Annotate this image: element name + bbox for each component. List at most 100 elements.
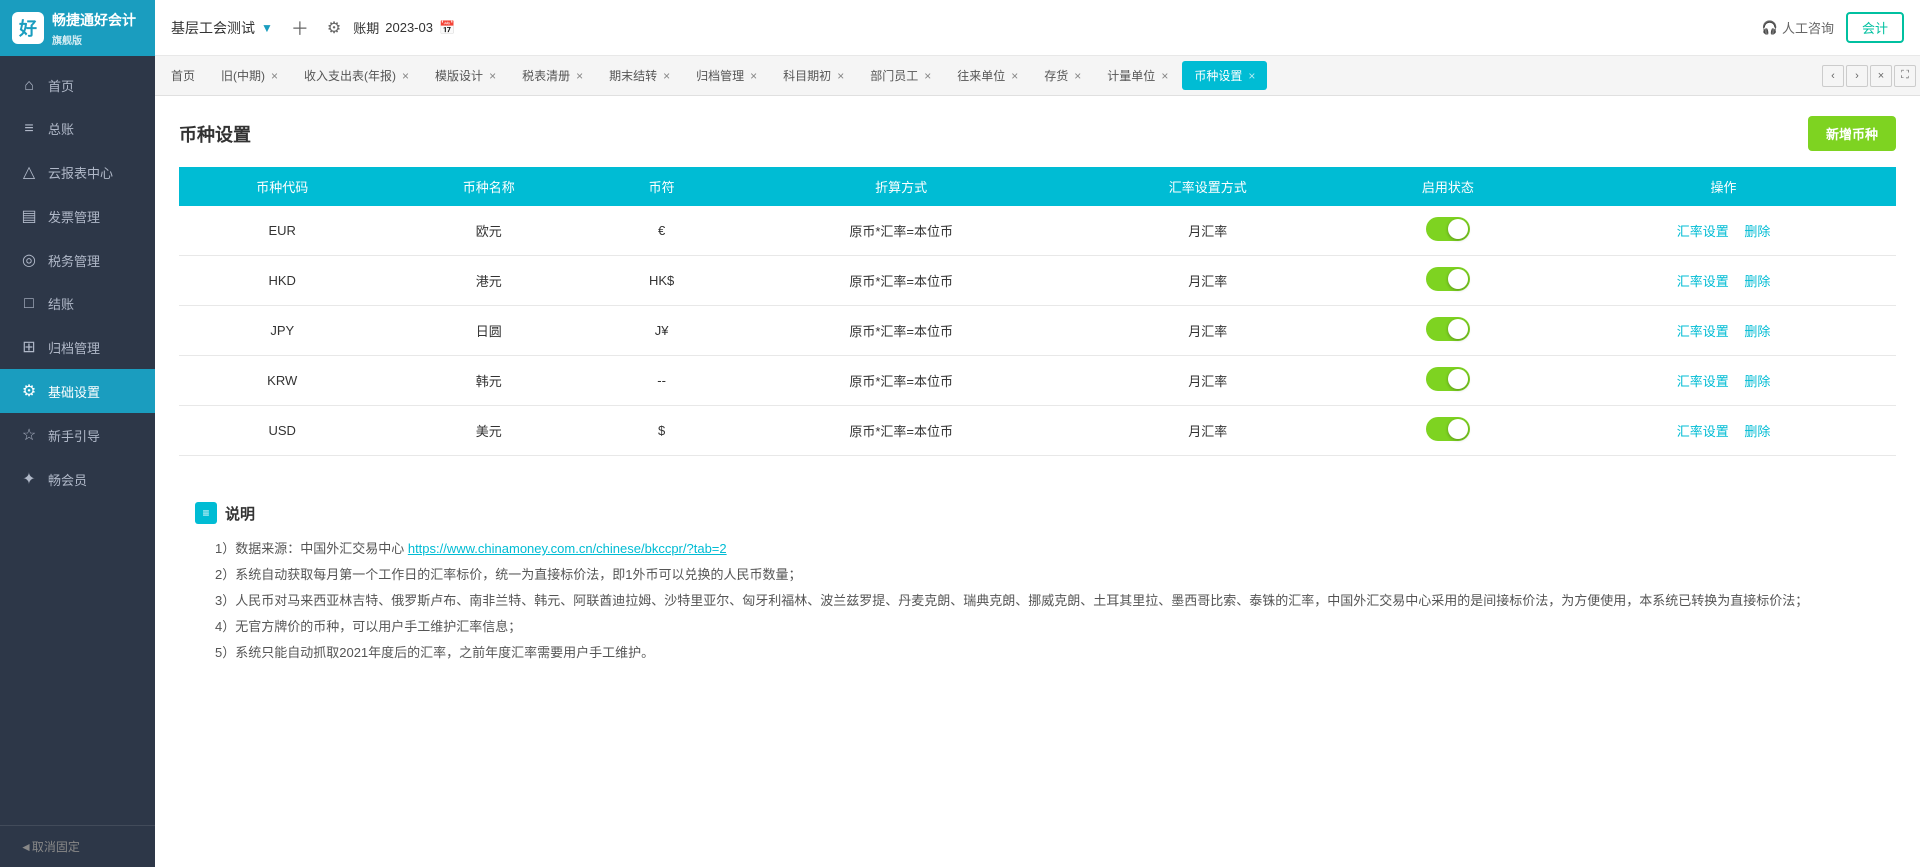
sidebar-item-ledger[interactable]: ≡ 总账 — [0, 107, 155, 150]
notes-link[interactable]: https://www.chinamoney.com.cn/chinese/bk… — [408, 541, 727, 556]
sidebar-pin-toggle[interactable]: ◄取消固定 — [0, 825, 155, 867]
cell-status[interactable] — [1345, 206, 1551, 256]
help-label: 人工咨询 — [1782, 18, 1834, 37]
cell-actions: 汇率设置 删除 — [1551, 306, 1896, 356]
enable-toggle[interactable] — [1426, 417, 1470, 441]
sidebar: 好 畅捷通好会计 旗舰版 ⌂ 首页 ≡ 总账 △ 云报表中心 ▤ 发票管理 ◎ … — [0, 0, 155, 867]
tab-home[interactable]: 首页 — [159, 61, 207, 90]
tab-archive[interactable]: 归档管理 × — [684, 61, 769, 90]
cell-code: HKD — [179, 256, 385, 306]
tab-close-icon[interactable]: × — [271, 69, 278, 83]
cell-status[interactable] — [1345, 306, 1551, 356]
tab-prev-button[interactable]: ‹ — [1822, 65, 1844, 87]
notes-item: 4）无官方牌价的币种，可以用户手工维护汇率信息； — [215, 614, 1880, 640]
reports-icon: △ — [20, 162, 38, 182]
cell-name: 美元 — [385, 406, 591, 456]
tab-period[interactable]: 期末结转 × — [597, 61, 682, 90]
tab-close-icon[interactable]: × — [663, 69, 670, 83]
notes-item: 1）数据来源：中国外汇交易中心 https://www.chinamoney.c… — [215, 536, 1880, 562]
delete-link[interactable]: 删除 — [1744, 424, 1770, 439]
toggle-knob — [1448, 319, 1468, 339]
cell-status[interactable] — [1345, 356, 1551, 406]
sidebar-item-archive[interactable]: ⊞ 归档管理 — [0, 325, 155, 369]
cell-actions: 汇率设置 删除 — [1551, 356, 1896, 406]
toggle-track — [1426, 417, 1470, 441]
tab-template[interactable]: 模版设计 × — [423, 61, 508, 90]
sidebar-item-invoice[interactable]: ▤ 发票管理 — [0, 194, 155, 238]
tab-trial[interactable]: 旧(中期) × — [209, 61, 290, 90]
company-selector[interactable]: 基层工会测试 ▼ — [171, 18, 273, 38]
cell-symbol: $ — [592, 406, 731, 456]
cell-symbol: J¥ — [592, 306, 731, 356]
tab-next-button[interactable]: › — [1846, 65, 1868, 87]
enable-toggle[interactable] — [1426, 317, 1470, 341]
invoice-icon: ▤ — [20, 206, 38, 226]
notes-section: ≡ 说明 1）数据来源：中国外汇交易中心 https://www.chinamo… — [179, 486, 1896, 682]
tab-close-icon[interactable]: × — [750, 69, 757, 83]
company-settings-icon[interactable]: ⚙ — [327, 18, 341, 38]
col-calc: 折算方式 — [731, 167, 1071, 206]
settings-icon: ⚙ — [20, 381, 38, 401]
home-icon: ⌂ — [20, 77, 38, 95]
tab-close-icon[interactable]: × — [1011, 69, 1018, 83]
enable-toggle[interactable] — [1426, 367, 1470, 391]
new-currency-button[interactable]: 新增币种 — [1808, 116, 1896, 151]
rate-settings-link[interactable]: 汇率设置 — [1677, 324, 1729, 339]
tab-close-all-button[interactable]: × — [1870, 65, 1892, 87]
tab-close-icon[interactable]: × — [1248, 69, 1255, 83]
tab-currency[interactable]: 币种设置 × — [1182, 61, 1267, 90]
cell-calc: 原币*汇率=本位币 — [731, 406, 1071, 456]
col-code: 币种代码 — [179, 167, 385, 206]
tab-taxclear[interactable]: 税表清册 × — [510, 61, 595, 90]
notes-item: 2）系统自动获取每月第一个工作日的汇率标价，统一为直接标价法，即1外币可以兑换的… — [215, 562, 1880, 588]
tab-close-icon[interactable]: × — [489, 69, 496, 83]
add-tab-button[interactable]: ＋ — [285, 13, 315, 43]
tab-close-icon[interactable]: × — [1074, 69, 1081, 83]
tab-dept[interactable]: 部门员工 × — [858, 61, 943, 90]
tab-close-icon[interactable]: × — [1161, 69, 1168, 83]
page-title: 币种设置 — [179, 121, 251, 147]
sidebar-item-label: 结账 — [48, 294, 74, 313]
enable-toggle[interactable] — [1426, 267, 1470, 291]
tab-close-icon[interactable]: × — [924, 69, 931, 83]
tab-units[interactable]: 往来单位 × — [945, 61, 1030, 90]
tab-unit[interactable]: 计量单位 × — [1095, 61, 1180, 90]
ledger-icon: ≡ — [20, 120, 38, 138]
sidebar-item-guide[interactable]: ☆ 新手引导 — [0, 413, 155, 457]
tab-label: 税表清册 — [522, 67, 570, 84]
tab-subjects[interactable]: 科目期初 × — [771, 61, 856, 90]
sidebar-item-label: 新手引导 — [48, 426, 100, 445]
sidebar-item-member[interactable]: ✦ 畅会员 — [0, 457, 155, 501]
sidebar-item-home[interactable]: ⌂ 首页 — [0, 64, 155, 107]
sidebar-item-tax[interactable]: ◎ 税务管理 — [0, 238, 155, 282]
tab-income[interactable]: 收入支出表(年报) × — [292, 61, 421, 90]
tab-fullscreen-button[interactable]: ⛶ — [1894, 65, 1916, 87]
tab-label: 币种设置 — [1194, 67, 1242, 84]
rate-settings-link[interactable]: 汇率设置 — [1677, 224, 1729, 239]
table-row: EUR 欧元 € 原币*汇率=本位币 月汇率 汇率设置 删除 — [179, 206, 1896, 256]
cell-status[interactable] — [1345, 406, 1551, 456]
enable-toggle[interactable] — [1426, 217, 1470, 241]
cell-rate: 月汇率 — [1071, 406, 1345, 456]
tab-label: 首页 — [171, 67, 195, 84]
rate-settings-link[interactable]: 汇率设置 — [1677, 424, 1729, 439]
delete-link[interactable]: 删除 — [1744, 374, 1770, 389]
delete-link[interactable]: 删除 — [1744, 274, 1770, 289]
tab-label: 模版设计 — [435, 67, 483, 84]
sidebar-item-reports[interactable]: △ 云报表中心 — [0, 150, 155, 194]
cell-status[interactable] — [1345, 256, 1551, 306]
sidebar-item-settle[interactable]: □ 结账 — [0, 282, 155, 325]
tab-stock[interactable]: 存货 × — [1032, 61, 1093, 90]
tab-close-icon[interactable]: × — [402, 69, 409, 83]
rate-settings-link[interactable]: 汇率设置 — [1677, 374, 1729, 389]
toggle-track — [1426, 217, 1470, 241]
rate-settings-link[interactable]: 汇率设置 — [1677, 274, 1729, 289]
tab-close-icon[interactable]: × — [576, 69, 583, 83]
sidebar-item-settings[interactable]: ⚙ 基础设置 — [0, 369, 155, 413]
tab-close-icon[interactable]: × — [837, 69, 844, 83]
calendar-icon[interactable]: 📅 — [439, 20, 455, 36]
user-role-button[interactable]: 会计 — [1846, 12, 1904, 43]
delete-link[interactable]: 删除 — [1744, 224, 1770, 239]
delete-link[interactable]: 删除 — [1744, 324, 1770, 339]
help-button[interactable]: 🎧 人工咨询 — [1762, 18, 1834, 37]
